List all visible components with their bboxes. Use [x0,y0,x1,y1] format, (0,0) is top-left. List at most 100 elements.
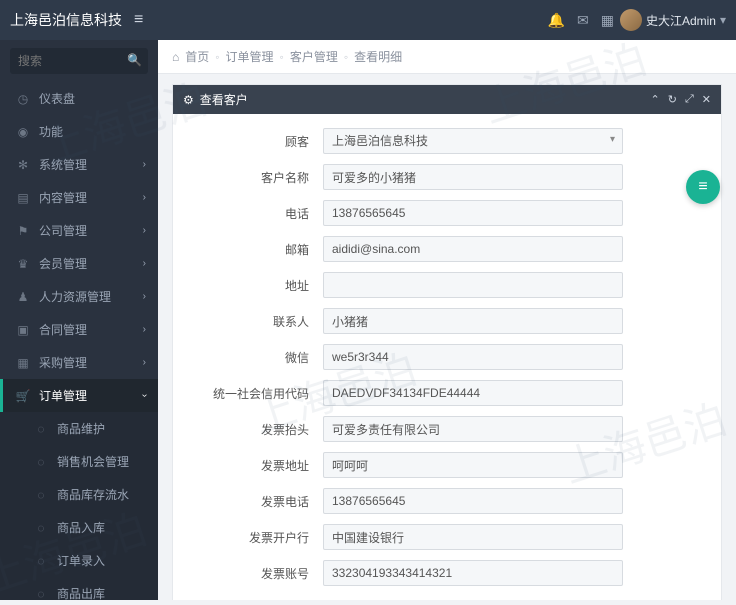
dot-icon: ◌ [33,488,49,502]
separator-icon: ◦ [215,50,219,64]
label-phone: 电话 [193,205,323,222]
input-invoice-account[interactable] [323,560,623,586]
nav-system[interactable]: ✻ 系统管理 › [0,148,158,181]
sidebar: 🔍 ◷仪表盘 ◉功能 ✻ 系统管理 › ▤ 内容管理 › ⚑公司管理› ♛会员管理› ♟… [0,40,158,600]
nav-dashboard[interactable]: ◷仪表盘 [0,82,158,115]
nav-label: 商品入库 [57,519,105,536]
label-invoice-phone: 发票电话 [193,493,323,510]
field-invoice-address: 发票地址 [193,452,701,478]
calendar-icon[interactable]: ▦ [601,12,614,29]
field-name: 客户名称 [193,164,701,190]
label-invoice-address: 发票地址 [193,457,323,474]
chevron-right-icon: › [143,291,146,302]
close-icon[interactable]: ✕ [702,93,711,106]
nav-function[interactable]: ◉功能 [0,115,158,148]
input-invoice-title[interactable] [323,416,623,442]
avatar[interactable] [620,9,642,31]
breadcrumb-l3: 查看明细 [354,48,402,65]
system-icon: ✻ [15,158,31,172]
chevron-right-icon: › [143,324,146,335]
nav-label: 系统管理 [39,156,87,173]
purchase-icon: ▦ [15,356,31,370]
search-icon[interactable]: 🔍 [127,53,142,67]
field-wechat: 微信 [193,344,701,370]
refresh-icon[interactable]: ↻ [668,93,677,106]
dot-icon: ◌ [33,554,49,568]
label-email: 邮箱 [193,241,323,258]
username[interactable]: 史大江Admin [646,12,716,29]
label-address: 地址 [193,277,323,294]
breadcrumb-l2[interactable]: 客户管理 [290,48,338,65]
field-contact: 联系人 [193,308,701,334]
subnav-sales[interactable]: ◌ 销售机会管理 [0,445,158,478]
subnav-stockout[interactable]: ◌商品出库 [0,577,158,600]
input-phone[interactable] [323,200,623,226]
input-uscc[interactable] [323,380,623,406]
dot-icon: ◌ [33,587,49,601]
nav-purchase[interactable]: ▦采购管理› [0,346,158,379]
chevron-down-icon[interactable]: ▾ [720,13,726,27]
select-tenant[interactable]: 上海邑泊信息科技 [323,128,623,154]
panel-header: ⚙ 查看客户 ⌃ ↻ ⤢ ✕ [173,85,721,114]
company-icon: ⚑ [15,224,31,238]
nav-label: 订单录入 [57,552,105,569]
chevron-right-icon: › [143,159,146,170]
breadcrumb-home[interactable]: 首页 [185,48,209,65]
label-name: 客户名称 [193,169,323,186]
nav-label: 会员管理 [39,255,87,272]
separator-icon: ◦ [344,50,348,64]
input-name[interactable] [323,164,623,190]
input-invoice-bank[interactable] [323,524,623,550]
fab-button[interactable]: ≡ [686,170,720,204]
field-phone: 电话 [193,200,701,226]
home-icon[interactable]: ⌂ [172,50,179,64]
nav-hr[interactable]: ♟人力资源管理› [0,280,158,313]
expand-icon[interactable]: ⤢ [685,93,694,106]
collapse-icon[interactable]: ⌃ [651,93,660,106]
nav-content[interactable]: ▤ 内容管理 › [0,181,158,214]
nav-contract[interactable]: ▣合同管理› [0,313,158,346]
nav-member[interactable]: ♛会员管理› [0,247,158,280]
label-tenant: 顾客 [193,133,323,150]
input-email[interactable] [323,236,623,262]
dot-icon: ◌ [33,521,49,535]
input-invoice-address[interactable] [323,452,623,478]
nav-order[interactable]: 🛒订单管理› [0,379,158,412]
menu-toggle-icon[interactable]: ≡ [134,11,143,29]
input-wechat[interactable] [323,344,623,370]
content-icon: ▤ [15,191,31,205]
mail-icon[interactable]: ✉ [577,12,589,29]
label-contact: 联系人 [193,313,323,330]
field-invoice-account: 发票账号 [193,560,701,586]
nav-label: 采购管理 [39,354,87,371]
field-invoice-title: 发票抬头 [193,416,701,442]
label-uscc: 统一社会信用代码 [193,385,323,402]
panel-title: 查看客户 [200,91,248,108]
input-contact[interactable] [323,308,623,334]
nav-label: 订单管理 [39,387,87,404]
label-invoice-account: 发票账号 [193,565,323,582]
input-address[interactable] [323,272,623,298]
panel-body: 顾客 上海邑泊信息科技 ▾ 客户名称 电话 邮箱 地址 [173,114,721,600]
nav-company[interactable]: ⚑公司管理› [0,214,158,247]
cart-icon: 🛒 [15,389,31,403]
chevron-right-icon: › [143,192,146,203]
field-invoice-bank: 发票开户行 [193,524,701,550]
bell-icon[interactable]: 🔔 [548,12,565,29]
field-address: 地址 [193,272,701,298]
hr-icon: ♟ [15,290,31,304]
panel-tools: ⌃ ↻ ⤢ ✕ [651,93,711,106]
nav-label: 内容管理 [39,189,87,206]
subnav-orderentry[interactable]: ◌ 订单录入 [0,544,158,577]
subnav-product[interactable]: ◌商品维护 [0,412,158,445]
label-wechat: 微信 [193,349,323,366]
dot-icon: ◌ [33,455,49,469]
nav-label: 销售机会管理 [57,453,129,470]
input-invoice-phone[interactable] [323,488,623,514]
field-uscc: 统一社会信用代码 [193,380,701,406]
function-icon: ◉ [15,125,31,139]
breadcrumb-l1[interactable]: 订单管理 [226,48,274,65]
subnav-stockflow[interactable]: ◌商品库存流水 [0,478,158,511]
nav-label: 商品维护 [57,420,105,437]
subnav-stockin[interactable]: ◌ 商品入库 [0,511,158,544]
